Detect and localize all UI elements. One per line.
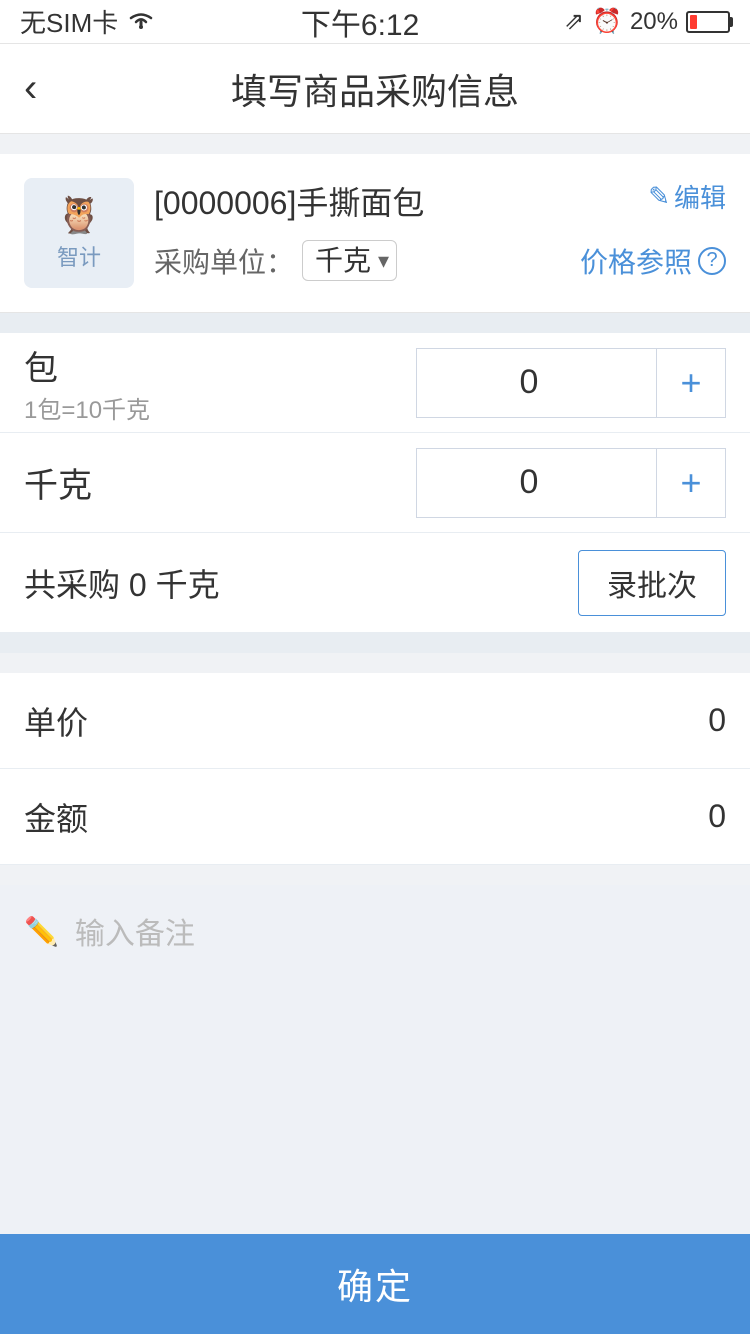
kg-label: 千克 [24, 458, 92, 507]
wifi-icon [126, 6, 156, 37]
remark-placeholder: 输入备注 [75, 909, 195, 953]
status-time: 下午6:12 [301, 0, 419, 44]
kg-input-row: 千克 + [0, 433, 750, 533]
summary-row: 共采购 0 千克 录批次 [0, 533, 750, 633]
unit-label: 采购单位： [154, 241, 294, 281]
price-section: 单价 0 金额 0 [0, 673, 750, 865]
unit-select[interactable]: 千克 [302, 240, 397, 281]
edit-icon: ✎ [648, 181, 670, 212]
battery-icon [686, 11, 730, 33]
amount-row: 金额 0 [0, 769, 750, 865]
pack-plus-button[interactable]: + [656, 348, 726, 418]
input-section: 包 1包=10千克 + 千克 + 共采购 0 千克 录批次 [0, 333, 750, 633]
alarm-icon: ⏰ [592, 7, 622, 36]
divider-2 [0, 633, 750, 653]
pack-quantity-input[interactable] [416, 348, 656, 418]
status-left: 无SIM卡 [20, 3, 156, 40]
pack-unit-label: 1包=10千克 [24, 390, 150, 425]
status-right: ⇗ ⏰ 20% [564, 7, 730, 36]
divider-1 [0, 313, 750, 333]
kg-label-group: 千克 [24, 458, 92, 507]
edit-button[interactable]: ✎ 编辑 [648, 178, 726, 215]
battery-percent: 20% [630, 8, 678, 36]
kg-quantity-input[interactable] [416, 448, 656, 518]
product-thumbnail: 🦉 智计 [24, 178, 134, 288]
product-logo-icon: 🦉 [57, 194, 102, 236]
pack-label-group: 包 1包=10千克 [24, 341, 150, 425]
carrier-label: 无SIM卡 [20, 3, 118, 40]
pack-input-right: + [416, 348, 726, 418]
product-unit-row: 采购单位： 千克 价格参照 ? [154, 240, 726, 281]
back-button[interactable]: ‹ [24, 66, 37, 111]
status-bar: 无SIM卡 下午6:12 ⇗ ⏰ 20% [0, 0, 750, 44]
product-info: [0000006]手撕面包 ✎ 编辑 采购单位： 千克 价格参照 ? [154, 178, 726, 281]
pack-input-row: 包 1包=10千克 + [0, 333, 750, 433]
product-name: [0000006]手撕面包 [154, 178, 424, 224]
content-spacer [0, 977, 750, 1277]
pencil-icon: ✏️ [24, 915, 59, 948]
batch-button[interactable]: 录批次 [578, 550, 726, 616]
location-icon: ⇗ [564, 7, 584, 36]
unit-price-row: 单价 0 [0, 673, 750, 769]
pack-label: 包 [24, 341, 150, 390]
product-card: 🦉 智计 [0000006]手撕面包 ✎ 编辑 采购单位： 千克 价格参照 ? [0, 154, 750, 313]
product-logo-text: 智计 [57, 240, 101, 272]
confirm-button[interactable]: 确定 [0, 1234, 750, 1334]
price-ref-label: 价格参照 [580, 241, 692, 281]
summary-text: 共采购 0 千克 [24, 560, 220, 606]
amount-label: 金额 [24, 794, 88, 840]
amount-value: 0 [708, 798, 726, 835]
unit-price-value: 0 [708, 702, 726, 739]
price-ref-button[interactable]: 价格参照 ? [580, 241, 726, 281]
product-header: [0000006]手撕面包 ✎ 编辑 [154, 178, 726, 224]
remark-section[interactable]: ✏️ 输入备注 [0, 885, 750, 977]
unit-select-wrap[interactable]: 千克 [302, 240, 397, 281]
price-ref-help-icon: ? [698, 247, 726, 275]
nav-bar: ‹ 填写商品采购信息 [0, 44, 750, 134]
unit-price-label: 单价 [24, 698, 88, 744]
page-title: 填写商品采购信息 [231, 63, 519, 115]
edit-label: 编辑 [674, 178, 726, 215]
kg-input-right: + [416, 448, 726, 518]
kg-plus-button[interactable]: + [656, 448, 726, 518]
